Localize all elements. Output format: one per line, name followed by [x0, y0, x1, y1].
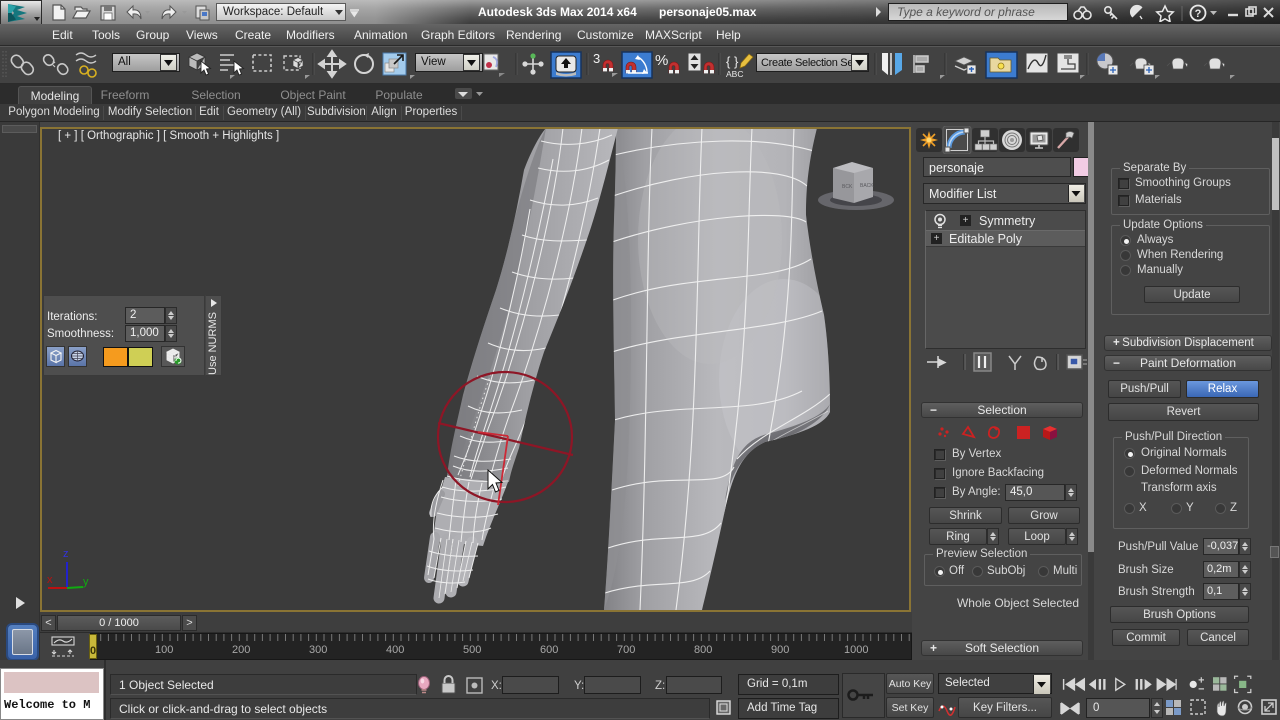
svg-text:y: y [83, 576, 89, 588]
svg-text:%: % [655, 52, 668, 69]
svg-text:BCK: BCK [842, 184, 853, 190]
svg-text:z: z [63, 548, 69, 560]
svg-text:BACK: BACK [860, 183, 874, 189]
svg-text:3: 3 [593, 51, 600, 66]
svg-text:ABC: ABC [726, 69, 743, 79]
svg-text:?: ? [1195, 8, 1202, 20]
svg-text:{ }: { } [726, 54, 739, 69]
svg-text:x: x [47, 574, 53, 586]
